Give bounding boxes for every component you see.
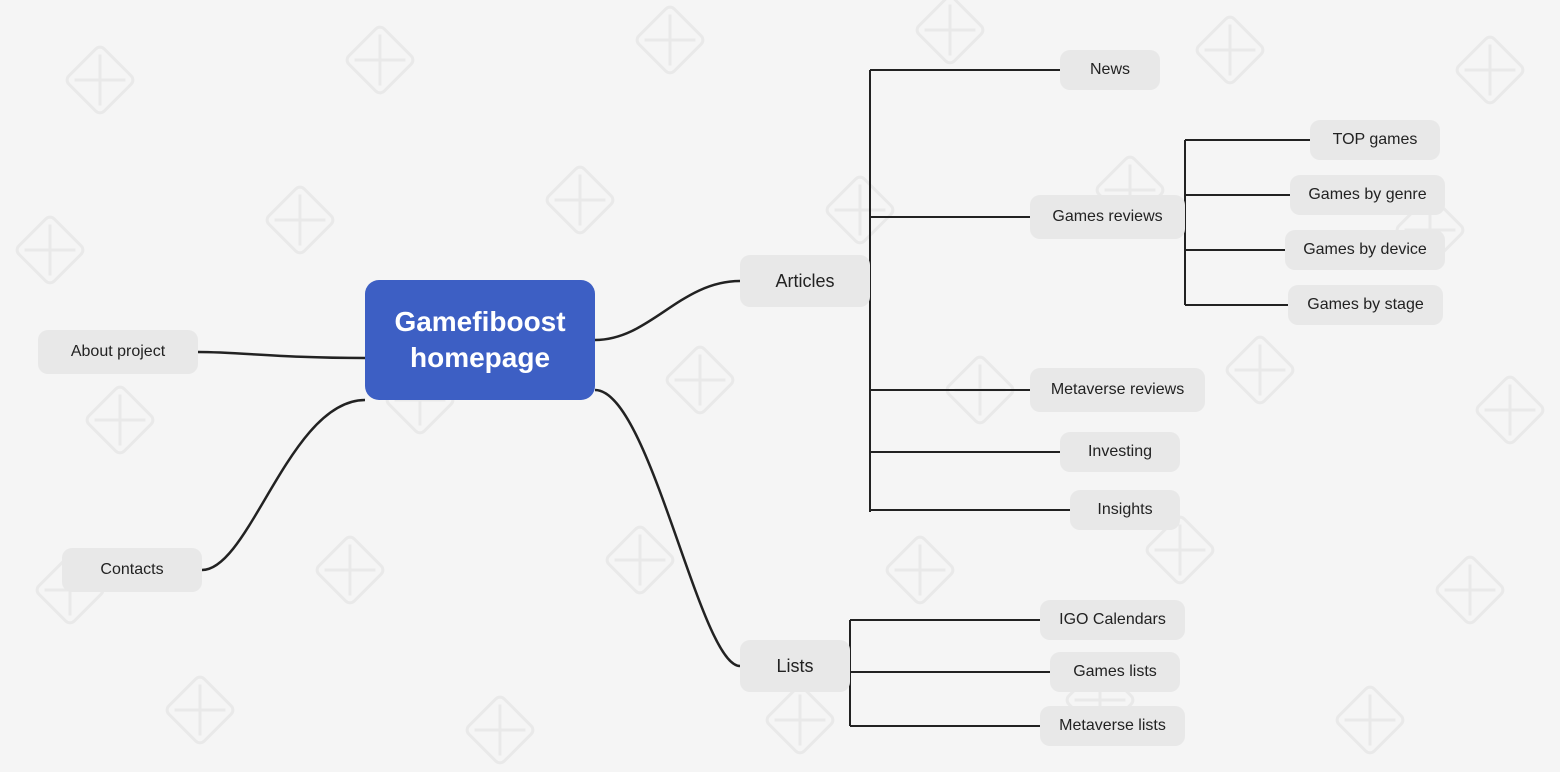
games-by-device-node[interactable]: Games by device (1285, 230, 1445, 270)
about-project-label: About project (71, 343, 165, 361)
metaverse-reviews-node[interactable]: Metaverse reviews (1030, 368, 1205, 412)
top-games-node[interactable]: TOP games (1310, 120, 1440, 160)
news-node[interactable]: News (1060, 50, 1160, 90)
games-lists-node[interactable]: Games lists (1050, 652, 1180, 692)
games-by-genre-label: Games by genre (1308, 186, 1426, 204)
games-reviews-node[interactable]: Games reviews (1030, 195, 1185, 239)
metaverse-lists-node[interactable]: Metaverse lists (1040, 706, 1185, 746)
about-project-node[interactable]: About project (38, 330, 198, 374)
articles-node[interactable]: Articles (740, 255, 870, 307)
games-lists-label: Games lists (1073, 663, 1157, 681)
center-node: Gamefiboosthomepage (365, 280, 595, 400)
articles-label: Articles (775, 271, 834, 292)
news-label: News (1090, 61, 1130, 79)
investing-label: Investing (1088, 443, 1152, 461)
investing-node[interactable]: Investing (1060, 432, 1180, 472)
games-reviews-label: Games reviews (1052, 208, 1162, 226)
metaverse-lists-label: Metaverse lists (1059, 717, 1166, 735)
games-by-device-label: Games by device (1303, 241, 1427, 259)
contacts-node[interactable]: Contacts (62, 548, 202, 592)
insights-node[interactable]: Insights (1070, 490, 1180, 530)
insights-label: Insights (1097, 501, 1152, 519)
metaverse-reviews-label: Metaverse reviews (1051, 381, 1184, 399)
igo-calendars-label: IGO Calendars (1059, 611, 1166, 629)
center-label: Gamefiboosthomepage (394, 304, 565, 377)
games-by-genre-node[interactable]: Games by genre (1290, 175, 1445, 215)
contacts-label: Contacts (100, 561, 163, 579)
igo-calendars-node[interactable]: IGO Calendars (1040, 600, 1185, 640)
lists-label: Lists (776, 656, 813, 677)
games-by-stage-label: Games by stage (1307, 296, 1424, 314)
top-games-label: TOP games (1333, 131, 1418, 149)
nodes-layer: Gamefiboosthomepage About project Contac… (0, 0, 1560, 772)
games-by-stage-node[interactable]: Games by stage (1288, 285, 1443, 325)
lists-node[interactable]: Lists (740, 640, 850, 692)
